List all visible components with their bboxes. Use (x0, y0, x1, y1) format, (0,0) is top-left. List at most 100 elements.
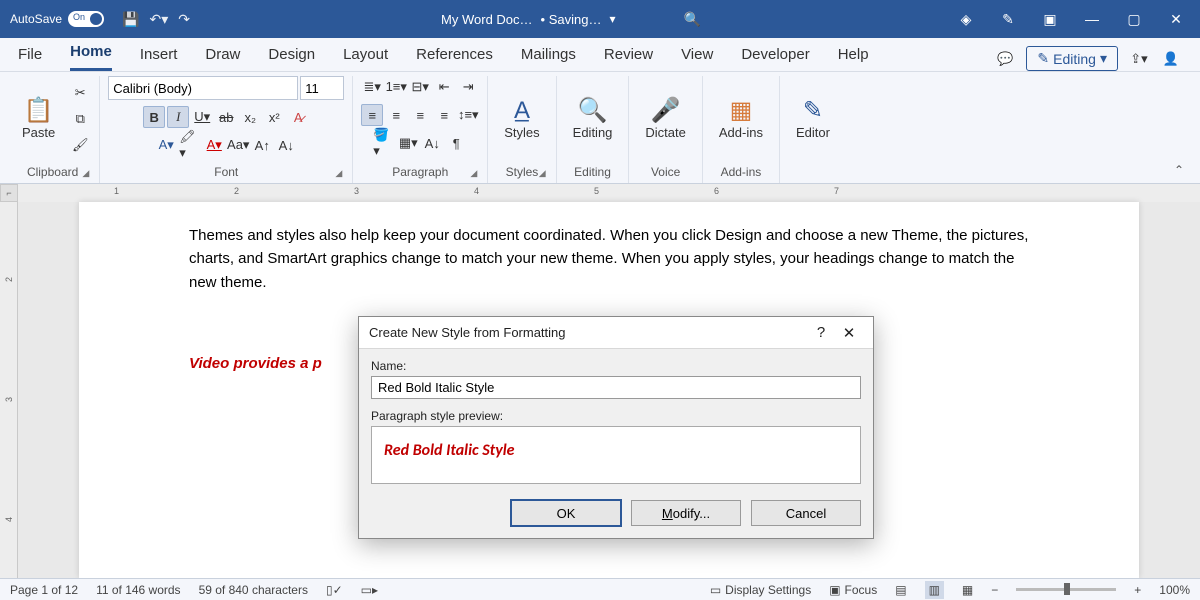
zoom-out-icon[interactable]: − (991, 583, 998, 597)
superscript-button[interactable]: x² (263, 106, 285, 128)
align-center-icon[interactable]: ≡ (385, 104, 407, 126)
bold-button[interactable]: B (143, 106, 165, 128)
subscript-button[interactable]: x₂ (239, 106, 261, 128)
macro-icon[interactable]: ▭▸ (361, 583, 378, 597)
horizontal-ruler[interactable]: ⌐ 1 2 3 4 5 6 7 (18, 184, 1200, 202)
text-effects-icon[interactable]: A▾ (155, 134, 177, 156)
strikethrough-button[interactable]: ab (215, 106, 237, 128)
web-layout-icon[interactable]: ▦ (962, 583, 973, 597)
search-icon[interactable]: 🔍 (684, 11, 701, 28)
saving-status: • Saving… (541, 12, 602, 27)
redo-icon[interactable]: ↷ (178, 11, 190, 28)
align-right-icon[interactable]: ≡ (409, 104, 431, 126)
save-icon[interactable]: 💾 (122, 11, 139, 28)
grow-font-icon[interactable]: A↑ (251, 134, 273, 156)
char-count[interactable]: 59 of 840 characters (199, 583, 308, 597)
multilevel-icon[interactable]: ⊟▾ (409, 76, 431, 98)
tab-mailings[interactable]: Mailings (521, 40, 576, 71)
zoom-level[interactable]: 100% (1159, 583, 1190, 597)
tab-references[interactable]: References (416, 40, 493, 71)
tab-view[interactable]: View (681, 40, 713, 71)
addins-button[interactable]: ▦ Add-ins (711, 95, 771, 144)
styles-button[interactable]: A̲ Styles (496, 95, 547, 144)
read-mode-icon[interactable]: ▤ (895, 583, 906, 597)
tab-file[interactable]: File (18, 40, 42, 71)
font-launcher-icon[interactable]: ◢ (335, 168, 342, 179)
document-title: My Word Doc… (441, 12, 533, 27)
diamond-icon[interactable]: ◈ (952, 11, 980, 28)
minimize-button[interactable]: — (1078, 11, 1106, 27)
ok-button[interactable]: OK (511, 500, 621, 526)
underline-button[interactable]: U▾ (191, 106, 213, 128)
ruler-corner[interactable]: ⌐ (0, 184, 18, 202)
borders-icon[interactable]: ▦▾ (397, 132, 419, 154)
font-size-select[interactable] (300, 76, 344, 100)
modify-button[interactable]: Modify... (631, 500, 741, 526)
zoom-in-icon[interactable]: + (1134, 583, 1141, 597)
page-status[interactable]: Page 1 of 12 (10, 583, 78, 597)
format-painter-icon[interactable]: 🖌 (69, 134, 91, 156)
display-settings-button[interactable]: ▭ Display Settings (710, 583, 811, 597)
share-icon[interactable]: ⇪▾ (1128, 48, 1150, 70)
tab-home[interactable]: Home (70, 37, 112, 71)
account-icon[interactable]: 👤 (1160, 48, 1182, 70)
editing-button[interactable]: 🔍 Editing (565, 95, 621, 144)
tab-layout[interactable]: Layout (343, 40, 388, 71)
tab-developer[interactable]: Developer (741, 40, 809, 71)
maximize-button[interactable]: ▢ (1120, 11, 1148, 28)
numbering-icon[interactable]: 1≡▾ (385, 76, 407, 98)
editing-mode-button[interactable]: ✎ Editing ▾ (1026, 46, 1118, 71)
copy-icon[interactable]: ⧉ (69, 108, 91, 130)
font-color-icon[interactable]: A▾ (203, 134, 225, 156)
print-layout-icon[interactable]: ▥ (925, 581, 944, 599)
close-button[interactable]: ✕ (1162, 11, 1190, 28)
sort-icon[interactable]: A↓ (421, 132, 443, 154)
title-dropdown-icon[interactable]: ▾ (609, 12, 615, 26)
toggle-switch[interactable] (68, 11, 104, 27)
cancel-button[interactable]: Cancel (751, 500, 861, 526)
change-case-icon[interactable]: Aa▾ (227, 134, 249, 156)
clipboard-launcher-icon[interactable]: ◢ (82, 168, 89, 179)
collapse-ribbon-icon[interactable]: ⌃ (1164, 157, 1194, 183)
vertical-ruler[interactable]: 2 3 4 (0, 202, 18, 578)
autosave-toggle[interactable]: AutoSave (10, 11, 104, 27)
paste-button[interactable]: 📋 Paste (14, 95, 63, 144)
tab-help[interactable]: Help (838, 40, 869, 71)
shrink-font-icon[interactable]: A↓ (275, 134, 297, 156)
clear-format-icon[interactable]: A̷ (287, 106, 309, 128)
italic-button[interactable]: I (167, 106, 189, 128)
tab-insert[interactable]: Insert (140, 40, 178, 71)
increase-indent-icon[interactable]: ⇥ (457, 76, 479, 98)
shading-icon[interactable]: 🪣▾ (373, 132, 395, 154)
highlight-icon[interactable]: 🖍▾ (179, 134, 201, 156)
editor-button[interactable]: ✎ Editor (788, 95, 838, 144)
word-count[interactable]: 11 of 146 words (96, 583, 181, 597)
body-paragraph[interactable]: Themes and styles also help keep your do… (189, 224, 1029, 294)
tab-review[interactable]: Review (604, 40, 653, 71)
dialog-close-icon[interactable]: ✕ (835, 324, 863, 342)
cut-icon[interactable]: ✂ (69, 82, 91, 104)
zoom-slider[interactable] (1016, 588, 1116, 591)
wand-icon[interactable]: ✎ (994, 11, 1022, 28)
comments-icon[interactable]: 💬 (994, 48, 1016, 70)
styles-launcher-icon[interactable]: ◢ (539, 168, 546, 179)
undo-icon[interactable]: ↶▾ (149, 11, 168, 28)
bullets-icon[interactable]: ≣▾ (361, 76, 383, 98)
dictate-button[interactable]: 🎤 Dictate (637, 95, 693, 144)
show-marks-icon[interactable]: ¶ (445, 132, 467, 154)
editing-group-label: Editing (565, 162, 621, 183)
paragraph-launcher-icon[interactable]: ◢ (470, 168, 477, 179)
font-name-select[interactable] (108, 76, 298, 100)
decrease-indent-icon[interactable]: ⇤ (433, 76, 455, 98)
ribbon-display-icon[interactable]: ▣ (1036, 11, 1064, 28)
tab-design[interactable]: Design (268, 40, 315, 71)
align-left-icon[interactable]: ≡ (361, 104, 383, 126)
dialog-help-icon[interactable]: ? (807, 324, 835, 341)
accessibility-icon[interactable]: ▯✓ (326, 583, 343, 597)
tab-draw[interactable]: Draw (205, 40, 240, 71)
line-spacing-icon[interactable]: ↕≡▾ (457, 104, 479, 126)
style-name-input[interactable] (371, 376, 861, 399)
focus-button[interactable]: ▣ Focus (829, 583, 877, 597)
ruler-tick: 3 (354, 186, 359, 196)
justify-icon[interactable]: ≡ (433, 104, 455, 126)
